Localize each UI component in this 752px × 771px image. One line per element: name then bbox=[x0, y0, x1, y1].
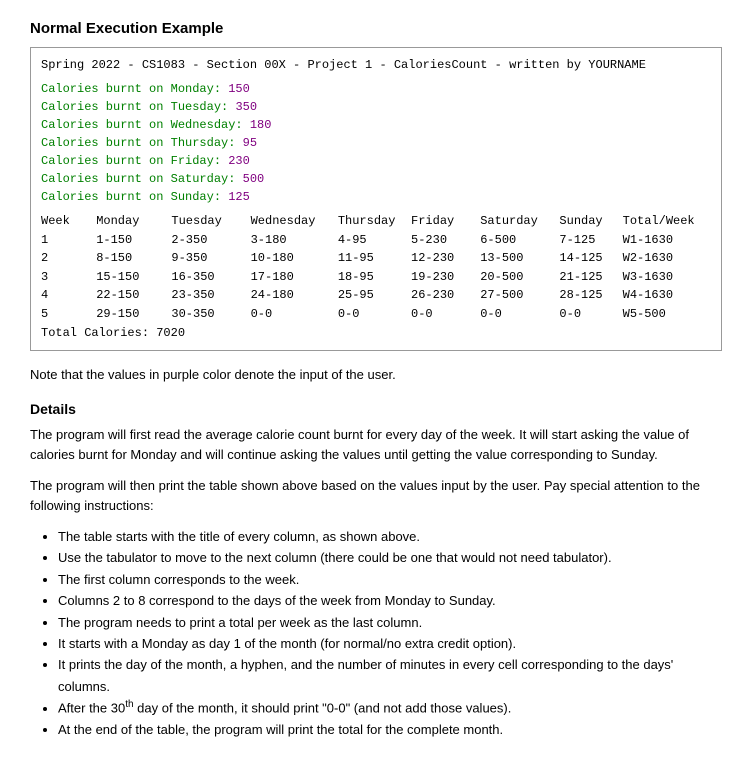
table-row: 4 22-150 23-350 24-180 25-95 26-230 27-5… bbox=[41, 286, 711, 305]
calories-lines: Calories burnt on Monday: 150 Calories b… bbox=[41, 80, 711, 206]
table-row: 1 1-150 2-350 3-180 4-95 5-230 6-500 7-1… bbox=[41, 231, 711, 250]
details-heading: Details bbox=[30, 401, 722, 417]
bullet-8: After the 30th day of the month, it shou… bbox=[58, 697, 722, 719]
calories-line-4: Calories burnt on Thursday: 95 bbox=[41, 134, 711, 152]
table-row: 2 8-150 9-350 10-180 11-95 12-230 13-500… bbox=[41, 249, 711, 268]
table-row: 5 29-150 30-350 0-0 0-0 0-0 0-0 0-0 W5-5… bbox=[41, 305, 711, 324]
note-text: Note that the values in purple color den… bbox=[30, 365, 722, 385]
calories-line-7: Calories burnt on Sunday: 125 bbox=[41, 188, 711, 206]
table-header-row: Week Monday Tuesday Wednesday Thursday F… bbox=[41, 212, 711, 231]
bullet-4: Columns 2 to 8 correspond to the days of… bbox=[58, 590, 722, 611]
bullet-5: The program needs to print a total per w… bbox=[58, 612, 722, 633]
table-row: 3 15-150 16-350 17-180 18-95 19-230 20-5… bbox=[41, 268, 711, 287]
bullet-2: Use the tabulator to move to the next co… bbox=[58, 547, 722, 568]
bullet-3: The first column corresponds to the week… bbox=[58, 569, 722, 590]
calories-line-6: Calories burnt on Saturday: 500 bbox=[41, 170, 711, 188]
calories-line-2: Calories burnt on Tuesday: 350 bbox=[41, 98, 711, 116]
total-calories-line: Total Calories: 7020 bbox=[41, 324, 711, 343]
bullet-9: At the end of the table, the program wil… bbox=[58, 719, 722, 740]
paragraph-2: The program will then print the table sh… bbox=[30, 476, 722, 516]
bullet-7: It prints the day of the month, a hyphen… bbox=[58, 654, 722, 697]
calories-line-1: Calories burnt on Monday: 150 bbox=[41, 80, 711, 98]
bullet-6: It starts with a Monday as day 1 of the … bbox=[58, 633, 722, 654]
output-table: Week Monday Tuesday Wednesday Thursday F… bbox=[41, 212, 711, 342]
paragraph-1: The program will first read the average … bbox=[30, 425, 722, 465]
calories-line-3: Calories burnt on Wednesday: 180 bbox=[41, 116, 711, 134]
calories-line-5: Calories burnt on Friday: 230 bbox=[41, 152, 711, 170]
bullet-list: The table starts with the title of every… bbox=[30, 526, 722, 741]
terminal-header: Spring 2022 - CS1083 - Section 00X - Pro… bbox=[41, 56, 711, 74]
bullet-1: The table starts with the title of every… bbox=[58, 526, 722, 547]
terminal-box: Spring 2022 - CS1083 - Section 00X - Pro… bbox=[30, 47, 722, 351]
page-title: Normal Execution Example bbox=[30, 20, 722, 37]
